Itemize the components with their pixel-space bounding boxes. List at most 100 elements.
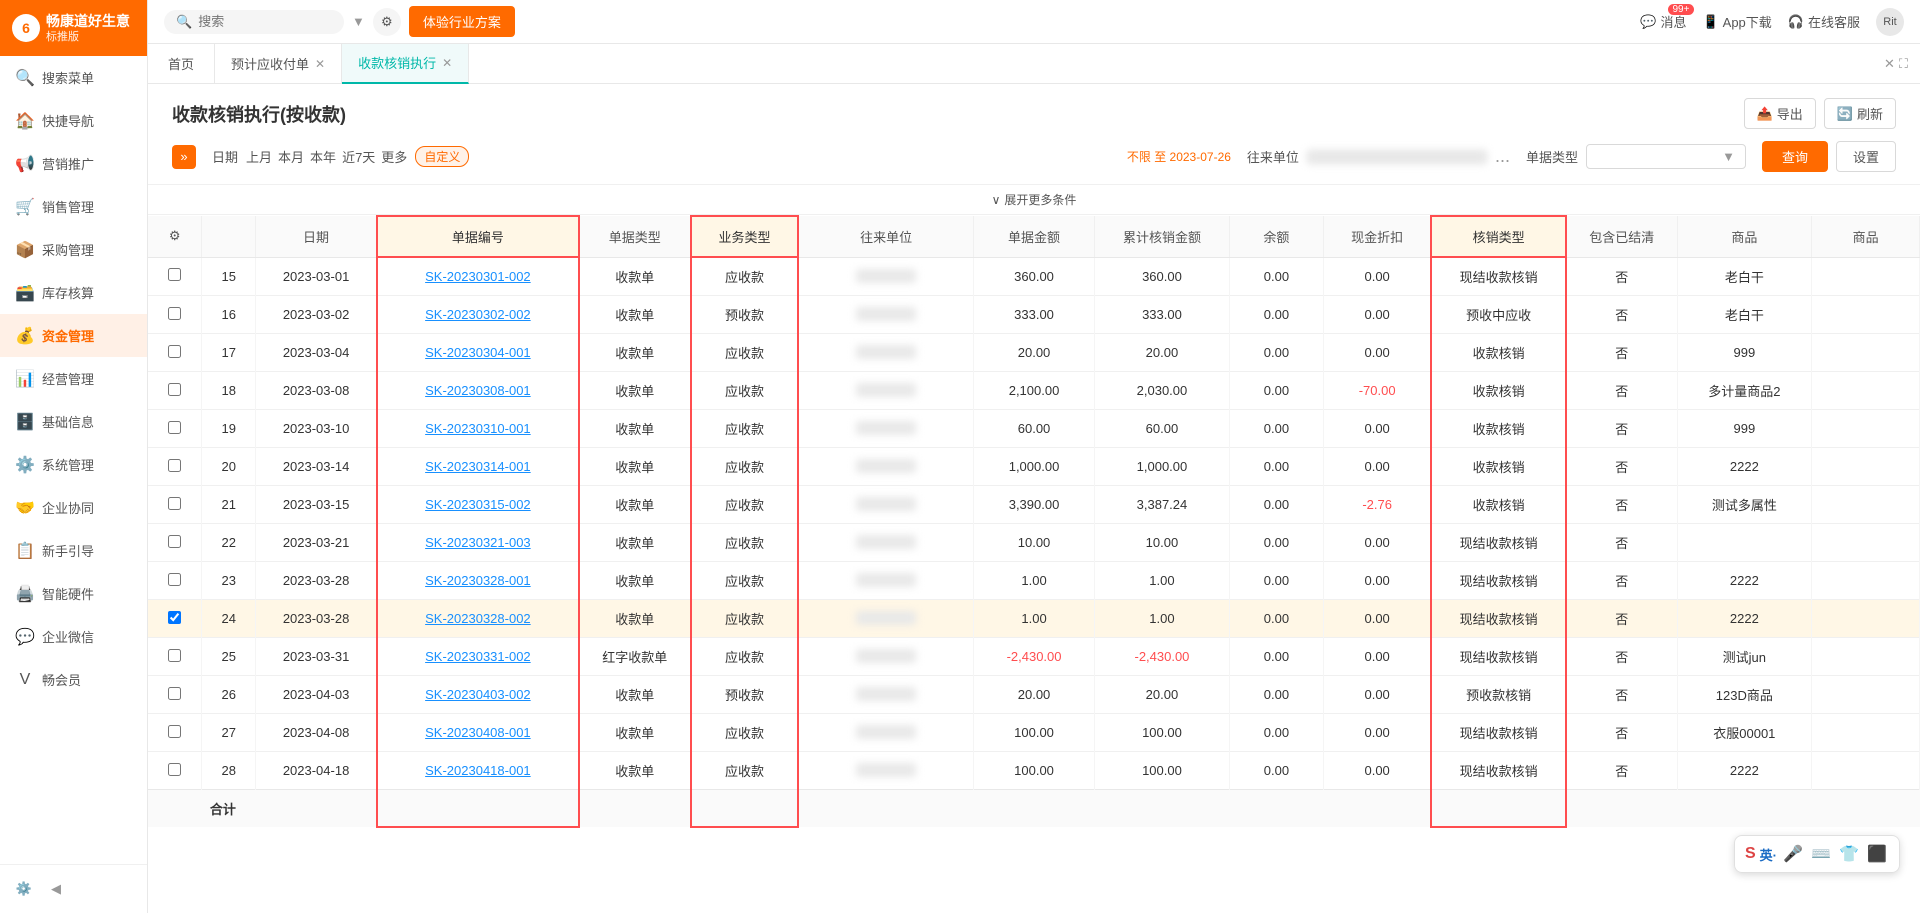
cell-doc_no[interactable]: SK-20230403-002 (377, 676, 579, 714)
cell-date: 2023-03-28 (256, 562, 377, 600)
row-checkbox[interactable] (168, 763, 181, 776)
cell-verify_type: 现结收款核销 (1431, 638, 1566, 676)
mic-icon[interactable]: 🎤 (1781, 842, 1805, 866)
topbar-gear-btn[interactable]: ⚙ (373, 8, 401, 36)
export-btn[interactable]: 📤 导出 (1744, 98, 1816, 129)
sidebar-item-finance[interactable]: 💰 资金管理 (0, 314, 147, 357)
row-checkbox[interactable] (168, 649, 181, 662)
sidebar-item-marketing[interactable]: 📢 营销推广 (0, 142, 147, 185)
sidebar-item-member[interactable]: V 畅会员 (0, 658, 147, 701)
sidebar-item-inventory[interactable]: 🗃️ 库存核算 (0, 271, 147, 314)
table-row[interactable]: 212023-03-15SK-20230315-002收款单应收款 3,390.… (148, 486, 1920, 524)
cell-doc_no[interactable]: SK-20230308-001 (377, 372, 579, 410)
cell-doc_no[interactable]: SK-20230418-001 (377, 752, 579, 790)
cell-include: 否 (1566, 562, 1677, 600)
date-option-本年[interactable]: 本年 (310, 147, 336, 166)
tab-verify[interactable]: 收款核销执行✕ (342, 44, 469, 84)
row-checkbox[interactable] (168, 383, 181, 396)
table-settings-icon[interactable]: ⚙ (169, 228, 181, 243)
table-row[interactable]: 162023-03-02SK-20230302-002收款单预收款 333.00… (148, 296, 1920, 334)
sidebar-item-operation[interactable]: 📊 经营管理 (0, 357, 147, 400)
maximize-icon[interactable]: ⛶ (1899, 56, 1908, 72)
sidebar-item-sales[interactable]: 🛒 销售管理 (0, 185, 147, 228)
table-row[interactable]: 182023-03-08SK-20230308-001收款单应收款 2,100.… (148, 372, 1920, 410)
sidebar-item-purchase[interactable]: 📦 采购管理 (0, 228, 147, 271)
date-option-更多[interactable]: 更多 (381, 147, 407, 166)
cell-doc_no[interactable]: SK-20230328-002 (377, 600, 579, 638)
date-option-上月[interactable]: 上月 (246, 147, 272, 166)
expand-more-btn[interactable]: ∨ 展开更多条件 (148, 185, 1920, 215)
topbar-app-btn[interactable]: 📱 App下载 (1702, 12, 1771, 31)
sidebar-item-guide[interactable]: 📋 新手引导 (0, 529, 147, 572)
row-checkbox[interactable] (168, 459, 181, 472)
query-btn[interactable]: 查询 (1762, 141, 1828, 172)
topbar-user-btn[interactable]: Rit (1876, 8, 1904, 36)
table-row[interactable]: 232023-03-28SK-20230328-001收款单应收款 1.001.… (148, 562, 1920, 600)
row-checkbox[interactable] (168, 535, 181, 548)
cell-doc_no[interactable]: SK-20230408-001 (377, 714, 579, 752)
tab-prepay[interactable]: 预计应收付单✕ (215, 44, 342, 84)
table-row[interactable]: 262023-04-03SK-20230403-002收款单预收款 20.002… (148, 676, 1920, 714)
close-all-icon[interactable]: ✕ (1884, 56, 1895, 72)
cell-doc_no[interactable]: SK-20230321-003 (377, 524, 579, 562)
cell-doc_no[interactable]: SK-20230331-002 (377, 638, 579, 676)
table-row[interactable]: 252023-03-31SK-20230331-002红字收款单应收款 -2,4… (148, 638, 1920, 676)
more-dots[interactable]: ... (1495, 146, 1510, 167)
row-checkbox[interactable] (168, 345, 181, 358)
sidebar-item-search[interactable]: 🔍 搜索菜单 (0, 56, 147, 99)
cell-doc_no[interactable]: SK-20230310-001 (377, 410, 579, 448)
row-checkbox[interactable] (168, 687, 181, 700)
table-row[interactable]: 222023-03-21SK-20230321-003收款单应收款 10.001… (148, 524, 1920, 562)
sidebar-item-basic[interactable]: 🗄️ 基础信息 (0, 400, 147, 443)
row-checkbox[interactable] (168, 725, 181, 738)
row-checkbox[interactable] (168, 497, 181, 510)
cell-doc_no[interactable]: SK-20230302-002 (377, 296, 579, 334)
sidebar-item-wechat[interactable]: 💬 企业微信 (0, 615, 147, 658)
tab-close-prepay[interactable]: ✕ (315, 57, 325, 71)
type-filter-select[interactable]: ▼ (1586, 144, 1746, 169)
sidebar-item-hardware[interactable]: 🖨️ 智能硬件 (0, 572, 147, 615)
row-checkbox[interactable] (168, 611, 181, 624)
table-row[interactable]: 242023-03-28SK-20230328-002收款单应收款 1.001.… (148, 600, 1920, 638)
cell-doc_no[interactable]: SK-20230314-001 (377, 448, 579, 486)
tab-close-verify[interactable]: ✕ (442, 56, 452, 70)
row-checkbox[interactable] (168, 421, 181, 434)
cell-doc_no[interactable]: SK-20230304-001 (377, 334, 579, 372)
col-header-settings[interactable]: ⚙ (148, 216, 202, 257)
table-row[interactable]: 172023-03-04SK-20230304-001收款单应收款 20.002… (148, 334, 1920, 372)
date-option-近7天[interactable]: 近7天 (342, 147, 375, 166)
topbar-service-btn[interactable]: 🎧 在线客服 (1788, 12, 1860, 31)
table-row[interactable]: 192023-03-10SK-20230310-001收款单应收款 60.006… (148, 410, 1920, 448)
solution-btn[interactable]: 体验行业方案 (409, 6, 515, 37)
cell-doc_no[interactable]: SK-20230301-002 (377, 257, 579, 296)
row-checkbox[interactable] (168, 268, 181, 281)
settings-icon[interactable]: ⚙️ (12, 877, 36, 901)
keyboard-icon[interactable]: ⌨️ (1809, 842, 1833, 866)
filter-settings-btn[interactable]: 设置 (1836, 141, 1896, 172)
sidebar-item-system[interactable]: ⚙️ 系统管理 (0, 443, 147, 486)
tab-home[interactable]: 首页 (148, 44, 215, 84)
cell-doc_no[interactable]: SK-20230315-002 (377, 486, 579, 524)
shirt-icon[interactable]: 👕 (1837, 842, 1861, 866)
table-row[interactable]: 202023-03-14SK-20230314-001收款单应收款 1,000.… (148, 448, 1920, 486)
unit-filter-input[interactable] (1307, 150, 1487, 164)
grid-icon[interactable]: ⬛ (1865, 842, 1889, 866)
cell-doc_no[interactable]: SK-20230328-001 (377, 562, 579, 600)
date-custom-btn[interactable]: 自定义 (415, 146, 469, 167)
cell-doc_type: 收款单 (579, 600, 691, 638)
filter-toggle-btn[interactable]: » (172, 145, 196, 169)
table-row[interactable]: 272023-04-08SK-20230408-001收款单应收款 100.00… (148, 714, 1920, 752)
topbar-message-btn[interactable]: 💬 消息 99+ (1640, 12, 1686, 31)
table-row[interactable]: 282023-04-18SK-20230418-001收款单应收款 100.00… (148, 752, 1920, 790)
sidebar-item-enterprise[interactable]: 🤝 企业协同 (0, 486, 147, 529)
row-checkbox[interactable] (168, 573, 181, 586)
row-checkbox[interactable] (168, 307, 181, 320)
refresh-btn[interactable]: 🔄 刷新 (1824, 98, 1896, 129)
topbar-search-input[interactable] (198, 14, 318, 29)
topbar-arrow-icon[interactable]: ▼ (352, 14, 365, 29)
topbar-search-area[interactable]: 🔍 (164, 10, 344, 34)
collapse-icon[interactable]: ◀ (44, 877, 68, 901)
table-row[interactable]: 152023-03-01SK-20230301-002收款单应收款 360.00… (148, 257, 1920, 296)
sidebar-item-quicknav[interactable]: 🏠 快捷导航 (0, 99, 147, 142)
date-option-本月[interactable]: 本月 (278, 147, 304, 166)
